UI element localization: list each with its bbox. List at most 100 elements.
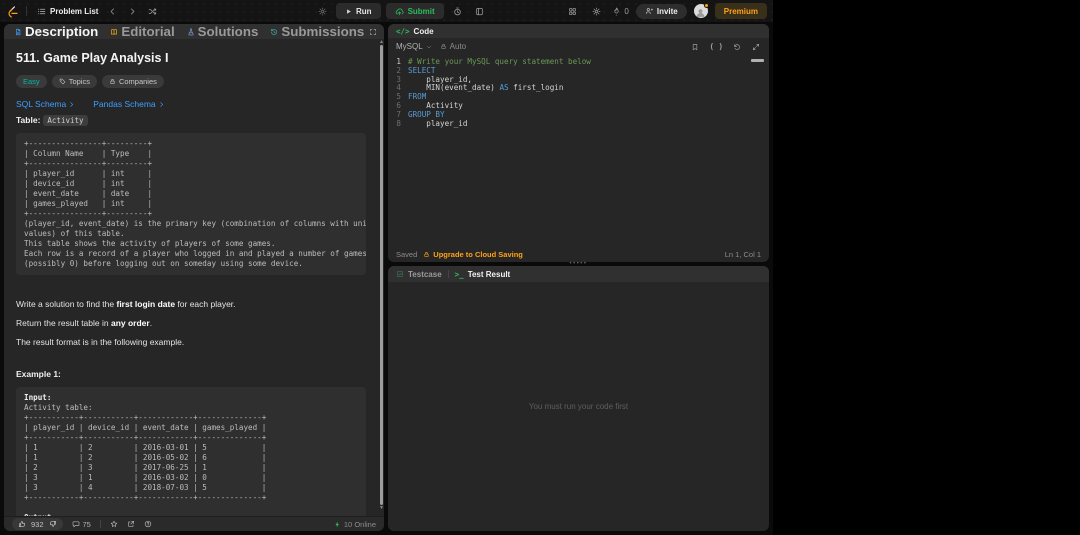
chevron-right-icon: [158, 101, 165, 108]
workspace: Description Editorial Solutions Submissi…: [4, 24, 769, 531]
language-selector[interactable]: MySQL: [396, 42, 432, 51]
tab-description[interactable]: Description: [10, 24, 102, 39]
tab-test-result[interactable]: >_ Test Result: [455, 270, 511, 279]
difficulty-badge[interactable]: Easy: [16, 75, 47, 88]
user-avatar[interactable]: [693, 3, 709, 18]
cloud-saving-link[interactable]: Upgrade to Cloud Saving: [423, 250, 523, 259]
apps-button[interactable]: [564, 3, 581, 19]
companies-button[interactable]: Companies: [101, 75, 164, 88]
share-icon: [127, 520, 135, 528]
timer-button[interactable]: [449, 3, 466, 19]
grid-icon: [568, 7, 577, 16]
test-result-panel: Testcase >_ Test Result You must run you…: [388, 266, 769, 531]
favorite-button[interactable]: [110, 520, 118, 528]
tab-editorial[interactable]: Editorial: [106, 24, 178, 39]
feedback-button[interactable]: [144, 520, 152, 528]
format-code-button[interactable]: ( ): [709, 42, 723, 51]
example-line: | 2 | 3 | 2017-06-25 | 1 |: [24, 463, 267, 472]
code-line[interactable]: 4 MIN(event_date) AS first_login: [388, 83, 769, 93]
submit-label: Submit: [407, 6, 435, 16]
code-line[interactable]: 8 player_id: [388, 118, 769, 129]
auto-toggle[interactable]: Auto: [440, 42, 466, 51]
code-panel-header: </> Code: [388, 24, 769, 38]
pandas-schema-link[interactable]: Pandas Schema: [93, 99, 164, 109]
schema-code-block: +----------------+---------+ | Column Na…: [16, 133, 366, 275]
test-panel-header: Testcase >_ Test Result: [388, 266, 769, 282]
expand-panel-button[interactable]: [368, 27, 378, 37]
submit-button[interactable]: Submit: [385, 3, 444, 19]
maximize-editor-button[interactable]: [751, 42, 761, 52]
notes-button[interactable]: [471, 3, 488, 19]
cursor-position: Ln 1, Col 1: [724, 250, 761, 259]
problem-meta-row: Easy Topics Companies: [16, 75, 366, 88]
online-indicator: 10 Online: [334, 520, 376, 529]
scrollbar-thumb[interactable]: [380, 45, 383, 505]
cloud-upload-icon: [395, 7, 404, 16]
problem-title: 511. Game Play Analysis I: [16, 51, 169, 65]
random-problem-button[interactable]: [144, 3, 161, 19]
vote-group[interactable]: 932: [12, 518, 63, 530]
person-plus-icon: [645, 7, 653, 15]
reset-code-button[interactable]: [732, 42, 742, 52]
run-button[interactable]: Run: [336, 3, 381, 19]
lock-icon: [440, 43, 447, 50]
problem-list-button[interactable]: Problem List: [34, 7, 101, 16]
lock-icon: [423, 251, 430, 258]
clock-history-icon: [270, 28, 278, 36]
topics-button[interactable]: Topics: [51, 75, 97, 88]
example-line: +-----------+-----------+------------+--…: [24, 433, 267, 442]
timer-icon: [453, 7, 462, 16]
tab-solutions[interactable]: Solutions: [183, 24, 263, 39]
premium-label: Premium: [723, 6, 758, 16]
bookmark-button[interactable]: [690, 42, 700, 52]
premium-button[interactable]: Premium: [714, 3, 767, 19]
fullscreen-icon: [369, 28, 377, 36]
editor-scrollbar[interactable]: [751, 59, 764, 62]
scroll-down-arrow[interactable]: ▼: [379, 506, 384, 511]
sql-schema-link[interactable]: SQL Schema: [16, 99, 75, 109]
tab-submissions[interactable]: Submissions: [266, 24, 368, 39]
chevron-right-icon: [68, 101, 75, 108]
code-text: MIN(event_date) AS first_login: [408, 83, 564, 93]
leetcode-logo[interactable]: [6, 5, 19, 18]
chevron-left-icon: [108, 7, 117, 16]
settings-button[interactable]: [588, 3, 605, 19]
example-line: | 3 | 1 | 2016-03-02 | 0 |: [24, 473, 267, 482]
gear-icon: [592, 7, 601, 16]
schema-links-row: SQL Schema Pandas Schema: [16, 99, 366, 109]
invite-button[interactable]: Invite: [635, 3, 687, 19]
tab-testcase[interactable]: Testcase: [396, 270, 442, 279]
chevron-right-icon: [128, 7, 137, 16]
document-icon: [14, 28, 22, 36]
code-line[interactable]: 6 Activity: [388, 101, 769, 111]
next-problem-button[interactable]: [124, 3, 141, 19]
thumbs-down-icon[interactable]: [49, 520, 57, 528]
thumbs-up-icon[interactable]: [18, 520, 26, 528]
gear-icon: [318, 7, 327, 16]
check-square-icon: [396, 270, 404, 278]
terminal-icon: >_: [454, 269, 464, 279]
top-bar: Problem List Run Submit 0 Invite Premium: [0, 0, 773, 22]
comment-count: 75: [82, 519, 91, 529]
flask-icon: [187, 28, 195, 36]
tag-icon: [59, 78, 66, 85]
example-line: | 1 | 2 | 2016-05-02 | 6 |: [24, 453, 267, 462]
example-code-block: Input: Activity table: +-----------+------…: [16, 387, 366, 516]
undo-icon: [733, 43, 741, 51]
editor-settings-button[interactable]: [314, 3, 331, 19]
run-label: Run: [356, 6, 372, 16]
description-footer: 932 75 10 Online: [4, 516, 384, 531]
streak-counter[interactable]: 0: [612, 7, 629, 16]
line-number: 8: [396, 118, 401, 128]
share-button[interactable]: [127, 520, 135, 528]
shuffle-icon: [148, 7, 157, 16]
prev-problem-button[interactable]: [104, 3, 121, 19]
comments-button[interactable]: 75: [72, 520, 91, 529]
empty-state-message: You must run your code first: [528, 402, 629, 411]
code-editor[interactable]: 1 # Write your MySQL query statement belo…: [388, 55, 769, 247]
flame-icon: [612, 7, 621, 16]
table-name-line: Table: Activity: [16, 115, 366, 126]
code-text: player_id: [408, 118, 468, 128]
topbar-divider: [26, 6, 27, 16]
code-line[interactable]: 1 # Write your MySQL query statement belo…: [388, 57, 769, 67]
